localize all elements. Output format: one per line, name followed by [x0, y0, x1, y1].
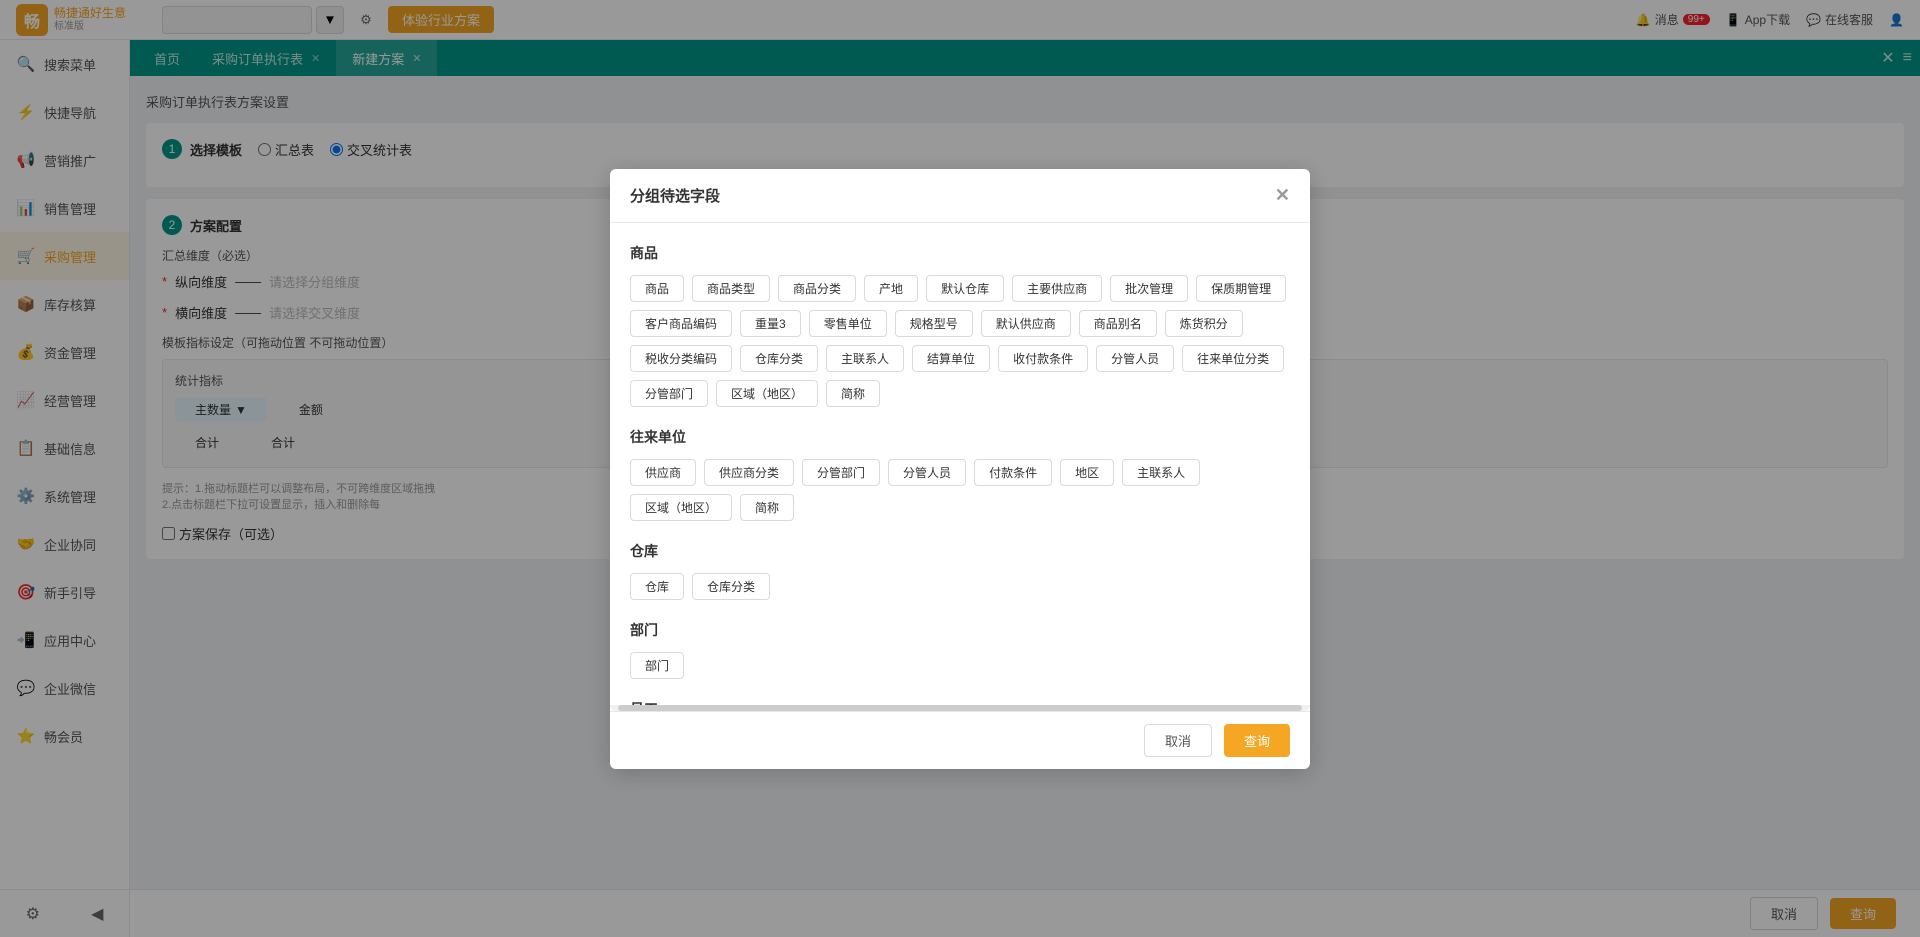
field-tag-refine-points[interactable]: 炼货积分	[1165, 310, 1243, 337]
field-tag-region2[interactable]: 区域（地区）	[630, 494, 732, 521]
dept-field-tags: 部门	[630, 652, 1290, 679]
warehouse-section-title: 仓库	[630, 541, 1290, 561]
goods-section: 商品 商品 商品类型 商品分类 产地 默认仓库 主要供应商 批次管理 保质期管理…	[630, 243, 1290, 407]
field-select-modal: 分组待选字段 ✕ 商品 商品 商品类型 商品分类 产地 默认仓库 主要供应商 批…	[610, 169, 1310, 769]
field-tag-warehouse[interactable]: 仓库	[630, 573, 684, 600]
field-tag-goods[interactable]: 商品	[630, 275, 684, 302]
warehouse-section: 仓库 仓库 仓库分类	[630, 541, 1290, 600]
field-tag-supplier[interactable]: 供应商	[630, 459, 696, 486]
field-tag-warehouse-cat[interactable]: 仓库分类	[692, 573, 770, 600]
field-tag-customer-code[interactable]: 客户商品编码	[630, 310, 732, 337]
field-tag-retail-unit[interactable]: 零售单位	[809, 310, 887, 337]
field-tag-weight3[interactable]: 重量3	[740, 310, 801, 337]
goods-section-title: 商品	[630, 243, 1290, 263]
dept-section-title: 部门	[630, 620, 1290, 640]
modal-header: 分组待选字段 ✕	[610, 169, 1310, 223]
field-tag-supervisor2[interactable]: 分管人员	[888, 459, 966, 486]
modal-overlay: 分组待选字段 ✕ 商品 商品 商品类型 商品分类 产地 默认仓库 主要供应商 批…	[0, 0, 1920, 937]
field-tag-supplier-category[interactable]: 供应商分类	[704, 459, 794, 486]
field-tag-supervisor[interactable]: 分管人员	[1096, 345, 1174, 372]
modal-close-button[interactable]: ✕	[1275, 185, 1290, 206]
employee-section-title: 员工	[630, 699, 1290, 706]
field-tag-expiry-mgmt[interactable]: 保质期管理	[1196, 275, 1286, 302]
field-tag-area[interactable]: 地区	[1060, 459, 1114, 486]
modal-footer: 取消 查询	[610, 711, 1310, 769]
field-tag-default-warehouse[interactable]: 默认仓库	[926, 275, 1004, 302]
field-tag-abbr[interactable]: 简称	[826, 380, 880, 407]
field-tag-goods-type[interactable]: 商品类型	[692, 275, 770, 302]
field-tag-spec[interactable]: 规格型号	[895, 310, 973, 337]
field-tag-settlement-unit[interactable]: 结算单位	[912, 345, 990, 372]
field-tag-department[interactable]: 部门	[630, 652, 684, 679]
field-tag-dept[interactable]: 分管部门	[630, 380, 708, 407]
modal-confirm-button[interactable]: 查询	[1224, 724, 1290, 757]
counterpart-section: 往来单位 供应商 供应商分类 分管部门 分管人员 付款条件 地区 主联系人 区域…	[630, 427, 1290, 521]
employee-section: 员工 业务员	[630, 699, 1290, 706]
field-tag-batch-mgmt[interactable]: 批次管理	[1110, 275, 1188, 302]
field-tag-default-supplier[interactable]: 默认供应商	[981, 310, 1071, 337]
field-tag-origin[interactable]: 产地	[864, 275, 918, 302]
modal-cancel-button[interactable]: 取消	[1144, 724, 1212, 757]
field-tag-goods-alias[interactable]: 商品别名	[1079, 310, 1157, 337]
field-tag-region[interactable]: 区域（地区）	[716, 380, 818, 407]
dept-section: 部门 部门	[630, 620, 1290, 679]
field-tag-counterpart-category[interactable]: 往来单位分类	[1182, 345, 1284, 372]
field-tag-payment-terms[interactable]: 收付款条件	[998, 345, 1088, 372]
field-tag-abbr2[interactable]: 简称	[740, 494, 794, 521]
goods-field-tags: 商品 商品类型 商品分类 产地 默认仓库 主要供应商 批次管理 保质期管理 客户…	[630, 275, 1290, 407]
field-tag-main-contact2[interactable]: 主联系人	[1122, 459, 1200, 486]
field-tag-tax-code[interactable]: 税收分类编码	[630, 345, 732, 372]
field-tag-dept2[interactable]: 分管部门	[802, 459, 880, 486]
modal-title: 分组待选字段	[630, 185, 720, 206]
warehouse-field-tags: 仓库 仓库分类	[630, 573, 1290, 600]
field-tag-payment-cond[interactable]: 付款条件	[974, 459, 1052, 486]
field-tag-warehouse-category[interactable]: 仓库分类	[740, 345, 818, 372]
modal-body: 商品 商品 商品类型 商品分类 产地 默认仓库 主要供应商 批次管理 保质期管理…	[610, 223, 1310, 706]
counterpart-field-tags: 供应商 供应商分类 分管部门 分管人员 付款条件 地区 主联系人 区域（地区） …	[630, 459, 1290, 521]
field-tag-goods-category[interactable]: 商品分类	[778, 275, 856, 302]
field-tag-main-contact[interactable]: 主联系人	[826, 345, 904, 372]
counterpart-section-title: 往来单位	[630, 427, 1290, 447]
field-tag-main-supplier[interactable]: 主要供应商	[1012, 275, 1102, 302]
